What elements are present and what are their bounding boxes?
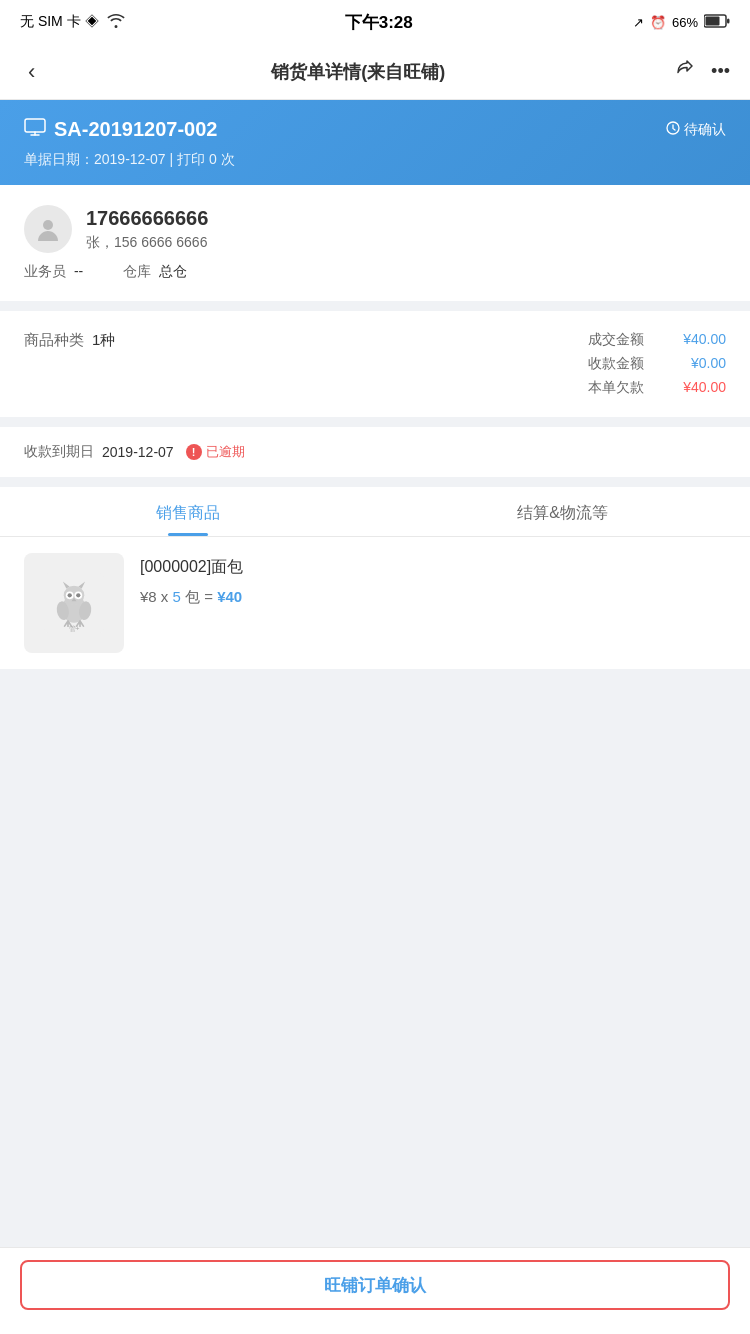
alarm-icon: ⏰ xyxy=(650,15,666,30)
order-number: SA-20191207-002 xyxy=(24,118,217,141)
amount-value: ¥40.00 xyxy=(656,331,726,349)
battery-level: 66% xyxy=(672,15,698,30)
warehouse-item: 仓库 总仓 xyxy=(123,263,187,281)
product-total: ¥40 xyxy=(217,588,242,605)
confirm-order-button[interactable]: 旺铺订单确认 xyxy=(20,1260,730,1310)
product-image: 管+ xyxy=(24,553,124,653)
owed-item: 本单欠款 ¥40.00 xyxy=(588,379,726,397)
status-time: 下午3:28 xyxy=(345,11,413,34)
amount-item: 成交金额 ¥40.00 xyxy=(588,331,726,349)
salesperson-label: 业务员 xyxy=(24,263,66,279)
summary-card: 商品种类 1种 成交金额 ¥40.00 收款金额 ¥0.00 本单欠款 ¥40.… xyxy=(0,311,750,417)
svg-rect-2 xyxy=(727,18,730,23)
product-type-label: 商品种类 xyxy=(24,331,84,350)
share-icon[interactable] xyxy=(673,58,695,85)
product-list: 管+ [0000002]面包 ¥8 x 5 包 = ¥40 xyxy=(0,537,750,669)
warehouse-value: 总仓 xyxy=(159,263,187,279)
clock-icon xyxy=(666,121,680,138)
tab-settlement-logistics[interactable]: 结算&物流等 xyxy=(375,487,750,536)
owed-value: ¥40.00 xyxy=(656,379,726,397)
header-top: SA-20191207-002 待确认 xyxy=(24,118,726,141)
nav-right-actions: ••• xyxy=(673,58,730,85)
customer-header: 17666666666 张，156 6666 6666 xyxy=(24,205,726,253)
overdue-icon: ! xyxy=(186,444,202,460)
status-bar: 无 SIM 卡 ◈ 下午3:28 ↗ ⏰ 66% xyxy=(0,0,750,44)
more-icon[interactable]: ••• xyxy=(711,61,730,82)
svg-rect-3 xyxy=(25,119,45,132)
order-screen-icon xyxy=(24,118,46,141)
sim-label: 无 SIM 卡 ◈ xyxy=(20,13,99,31)
received-value: ¥0.00 xyxy=(656,355,726,373)
customer-info: 17666666666 张，156 6666 6666 xyxy=(86,207,208,252)
salesperson-item: 业务员 -- xyxy=(24,263,83,281)
customer-phone: 17666666666 xyxy=(86,207,208,230)
due-date: 2019-12-07 xyxy=(102,444,174,460)
due-label: 收款到期日 xyxy=(24,443,94,461)
empty-space xyxy=(0,679,750,879)
tabs-container: 销售商品 结算&物流等 xyxy=(0,487,750,669)
tab-sales-products[interactable]: 销售商品 xyxy=(0,487,375,536)
product-name: [0000002]面包 xyxy=(140,557,726,578)
status-left: 无 SIM 卡 ◈ xyxy=(20,13,125,31)
product-qty: 5 xyxy=(173,588,181,605)
svg-point-13 xyxy=(68,593,72,597)
overdue-label: 已逾期 xyxy=(206,443,245,461)
back-button[interactable]: ‹ xyxy=(20,51,43,93)
status-label: 待确认 xyxy=(684,121,726,139)
wifi-icon xyxy=(107,14,125,31)
overdue-badge: ! 已逾期 xyxy=(186,443,245,461)
svg-point-14 xyxy=(76,593,80,597)
svg-point-5 xyxy=(43,220,53,230)
received-label: 收款金额 xyxy=(588,355,644,373)
equals-sign: = xyxy=(204,588,217,605)
product-unit: 包 xyxy=(185,588,200,605)
product-item: 管+ [0000002]面包 ¥8 x 5 包 = ¥40 xyxy=(24,553,726,653)
page-title: 销货单详情(来自旺铺) xyxy=(43,60,673,84)
svg-rect-1 xyxy=(706,16,720,25)
nav-bar: ‹ 销货单详情(来自旺铺) ••• xyxy=(0,44,750,100)
salesperson-value: -- xyxy=(74,263,83,279)
owed-label: 本单欠款 xyxy=(588,379,644,397)
product-info: [0000002]面包 ¥8 x 5 包 = ¥40 xyxy=(140,553,726,607)
status-right: ↗ ⏰ 66% xyxy=(633,14,730,31)
summary-left: 商品种类 1种 xyxy=(24,331,115,350)
customer-meta: 业务员 -- 仓库 总仓 xyxy=(24,263,726,281)
product-type-value: 1种 xyxy=(92,331,115,350)
amount-label: 成交金额 xyxy=(588,331,644,349)
customer-card: 17666666666 张，156 6666 6666 业务员 -- 仓库 总仓 xyxy=(0,185,750,301)
product-price: ¥8 x 5 包 = ¥40 xyxy=(140,588,726,607)
header-card: SA-20191207-002 待确认 单据日期：2019-12-07 | 打印… xyxy=(0,100,750,185)
received-item: 收款金额 ¥0.00 xyxy=(588,355,726,373)
order-status-badge: 待确认 xyxy=(666,121,726,139)
customer-name: 张，156 6666 6666 xyxy=(86,234,208,252)
summary-right: 成交金额 ¥40.00 收款金额 ¥0.00 本单欠款 ¥40.00 xyxy=(588,331,726,397)
unit-price: ¥8 xyxy=(140,588,157,605)
tabs-header: 销售商品 结算&物流等 xyxy=(0,487,750,537)
order-date: 单据日期：2019-12-07 | 打印 0 次 xyxy=(24,151,726,169)
summary-row: 商品种类 1种 成交金额 ¥40.00 收款金额 ¥0.00 本单欠款 ¥40.… xyxy=(24,331,726,397)
warehouse-label: 仓库 xyxy=(123,263,151,279)
due-card: 收款到期日 2019-12-07 ! 已逾期 xyxy=(0,427,750,477)
multiply-sign: x xyxy=(161,588,173,605)
svg-text:管+: 管+ xyxy=(69,625,80,632)
battery-icon xyxy=(704,14,730,31)
bottom-bar: 旺铺订单确认 xyxy=(0,1247,750,1334)
location-icon: ↗ xyxy=(633,15,644,30)
customer-avatar xyxy=(24,205,72,253)
